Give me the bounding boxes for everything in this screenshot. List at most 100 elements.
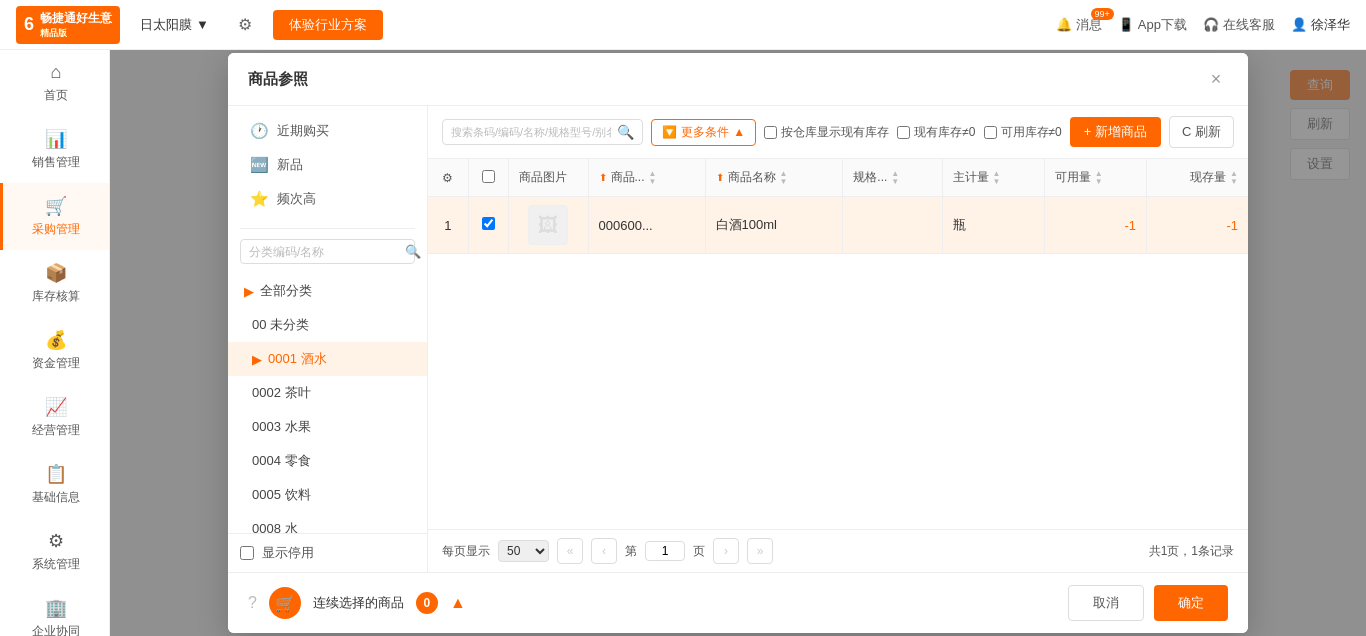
store-dropdown[interactable]: 日太阳膜 ▼ [132,12,217,38]
clipboard-icon: 📋 [45,463,67,485]
page-text: 第 [625,543,637,560]
notification-button[interactable]: 🔔 消息 99+ [1056,16,1102,34]
cart-label: 连续选择的商品 [313,594,404,612]
product-table-body: 1 🖼 [428,197,1248,254]
online-service-button[interactable]: 🎧 在线客服 [1203,16,1275,34]
cart-button[interactable]: 🛒 [269,587,301,619]
th-available: 可用量 ▲▼ [1044,159,1146,197]
category-search[interactable]: 🔍 [240,239,415,264]
content-area: 查询 刷新 设置 商品参照 × 🕐 [110,50,1366,636]
next-page-button[interactable]: › [713,538,739,564]
sidebar-item-finance[interactable]: 💰 资金管理 [0,317,109,384]
warehouse-filter[interactable]: 按仓库显示现有库存 [764,124,889,141]
product-search-bar[interactable]: 🔍 [442,119,643,145]
quick-nav-frequent[interactable]: ⭐ 频次高 [240,182,415,216]
search-icon[interactable]: 🔍 [617,124,634,140]
gear-table-icon[interactable]: ⚙ [442,171,453,185]
image-placeholder-icon: 🖼 [538,214,558,237]
sidebar-item-enterprise[interactable]: 🏢 企业协同 [0,585,109,636]
sidebar-item-basic-info[interactable]: 📋 基础信息 [0,451,109,518]
category-item-fruit[interactable]: 0003 水果 [228,410,427,444]
category-item-tea[interactable]: 0002 茶叶 [228,376,427,410]
sidebar-item-home[interactable]: ⌂ 首页 [0,50,109,116]
system-icon: ⚙ [48,530,64,552]
category-item-uncategorized[interactable]: 00 未分类 [228,308,427,342]
row-available: -1 [1044,197,1146,254]
add-product-button[interactable]: + 新增商品 [1070,117,1161,147]
category-item-water[interactable]: 0008 水 [228,512,427,533]
chart-icon: 📊 [45,128,67,150]
confirm-button[interactable]: 确定 [1154,585,1228,621]
category-search-icon[interactable]: 🔍 [405,244,421,259]
experience-button[interactable]: 体验行业方案 [273,10,383,40]
row-stock: -1 [1147,197,1249,254]
sidebar-item-business[interactable]: 📈 经营管理 [0,384,109,451]
active-arrow-icon: ▶ [252,352,262,367]
row-unit: 瓶 [942,197,1044,254]
collapse-icon[interactable]: ▲ [450,594,466,612]
select-all-checkbox[interactable] [482,170,495,183]
modal-title: 商品参照 [248,70,308,89]
sidebar-item-purchase[interactable]: 🛒 采购管理 [0,183,109,250]
row-code: 000600... [588,197,705,254]
category-item-snack[interactable]: 0004 零食 [228,444,427,478]
notification-badge: 99+ [1091,8,1114,20]
building-icon: 🏢 [45,597,67,619]
per-page-select[interactable]: 50 20 100 [498,540,549,562]
sidebar-item-label: 资金管理 [32,355,80,372]
table-row[interactable]: 1 🖼 [428,197,1248,254]
category-item-beverage[interactable]: 0005 饮料 [228,478,427,512]
chevron-down-icon: ▼ [196,17,209,32]
last-page-button[interactable]: » [747,538,773,564]
th-unit: 主计量 ▲▼ [942,159,1044,197]
show-disabled-checkbox[interactable] [240,546,254,560]
available-stock-checkbox[interactable] [984,126,997,139]
row-name: 白酒100ml [705,197,843,254]
settings-icon[interactable]: ⚙ [229,9,261,41]
row-checkbox[interactable] [468,197,508,254]
sidebar-item-label: 企业协同 [32,623,80,636]
help-icon[interactable]: ? [248,594,257,612]
sidebar-item-sales[interactable]: 📊 销售管理 [0,116,109,183]
available-stock-filter[interactable]: 可用库存≠0 [984,124,1062,141]
clock-icon: 🕐 [250,122,269,140]
quick-nav-new[interactable]: 🆕 新品 [240,148,415,182]
headset-icon: 🎧 [1203,17,1219,32]
existing-stock-filter[interactable]: 现有库存≠0 [897,124,975,141]
th-stock: 现存量 ▲▼ [1147,159,1249,197]
existing-stock-checkbox[interactable] [897,126,910,139]
sidebar-item-label: 首页 [44,87,68,104]
modal-left-footer: 显示停用 [228,533,427,572]
sidebar-item-system[interactable]: ⚙ 系统管理 [0,518,109,585]
per-page-label: 每页显示 [442,543,490,560]
category-search-input[interactable] [249,245,399,259]
sidebar-item-label: 经营管理 [32,422,80,439]
user-avatar[interactable]: 👤 徐泽华 [1291,16,1350,34]
app-download-button[interactable]: 📱 App下载 [1118,16,1187,34]
refresh-button[interactable]: C 刷新 [1169,116,1234,148]
cancel-button[interactable]: 取消 [1068,585,1144,621]
prev-page-button[interactable]: ‹ [591,538,617,564]
category-item-liquor[interactable]: ▶ 0001 酒水 [228,342,427,376]
first-page-button[interactable]: « [557,538,583,564]
home-icon: ⌂ [51,62,62,83]
money-icon: 💰 [45,329,67,351]
show-disabled-label[interactable]: 显示停用 [262,544,314,562]
top-right-nav: 🔔 消息 99+ 📱 App下载 🎧 在线客服 👤 徐泽华 [1056,16,1350,34]
toolbar-right: + 新增商品 C 刷新 [1070,116,1234,148]
filter-button[interactable]: 🔽 更多条件 ▲ [651,119,756,146]
modal-toolbar: 🔍 🔽 更多条件 ▲ 按仓库显示现有库存 [428,106,1248,159]
warehouse-checkbox[interactable] [764,126,777,139]
logo[interactable]: 6 畅捷通好生意 精品版 [16,6,120,44]
category-item-all[interactable]: ▶ 全部分类 [228,274,427,308]
box-icon: 📦 [45,262,67,284]
product-search-input[interactable] [451,125,611,139]
quick-nav-recent[interactable]: 🕐 近期购买 [240,114,415,148]
page-unit: 页 [693,543,705,560]
modal-close-button[interactable]: × [1204,67,1228,91]
row-select-checkbox[interactable] [482,217,495,230]
sidebar-item-inventory[interactable]: 📦 库存核算 [0,250,109,317]
sidebar: ⌂ 首页 📊 销售管理 🛒 采购管理 📦 库存核算 💰 资金管理 📈 经营管理 … [0,50,110,636]
page-number-input[interactable] [645,541,685,561]
sidebar-item-label: 系统管理 [32,556,80,573]
